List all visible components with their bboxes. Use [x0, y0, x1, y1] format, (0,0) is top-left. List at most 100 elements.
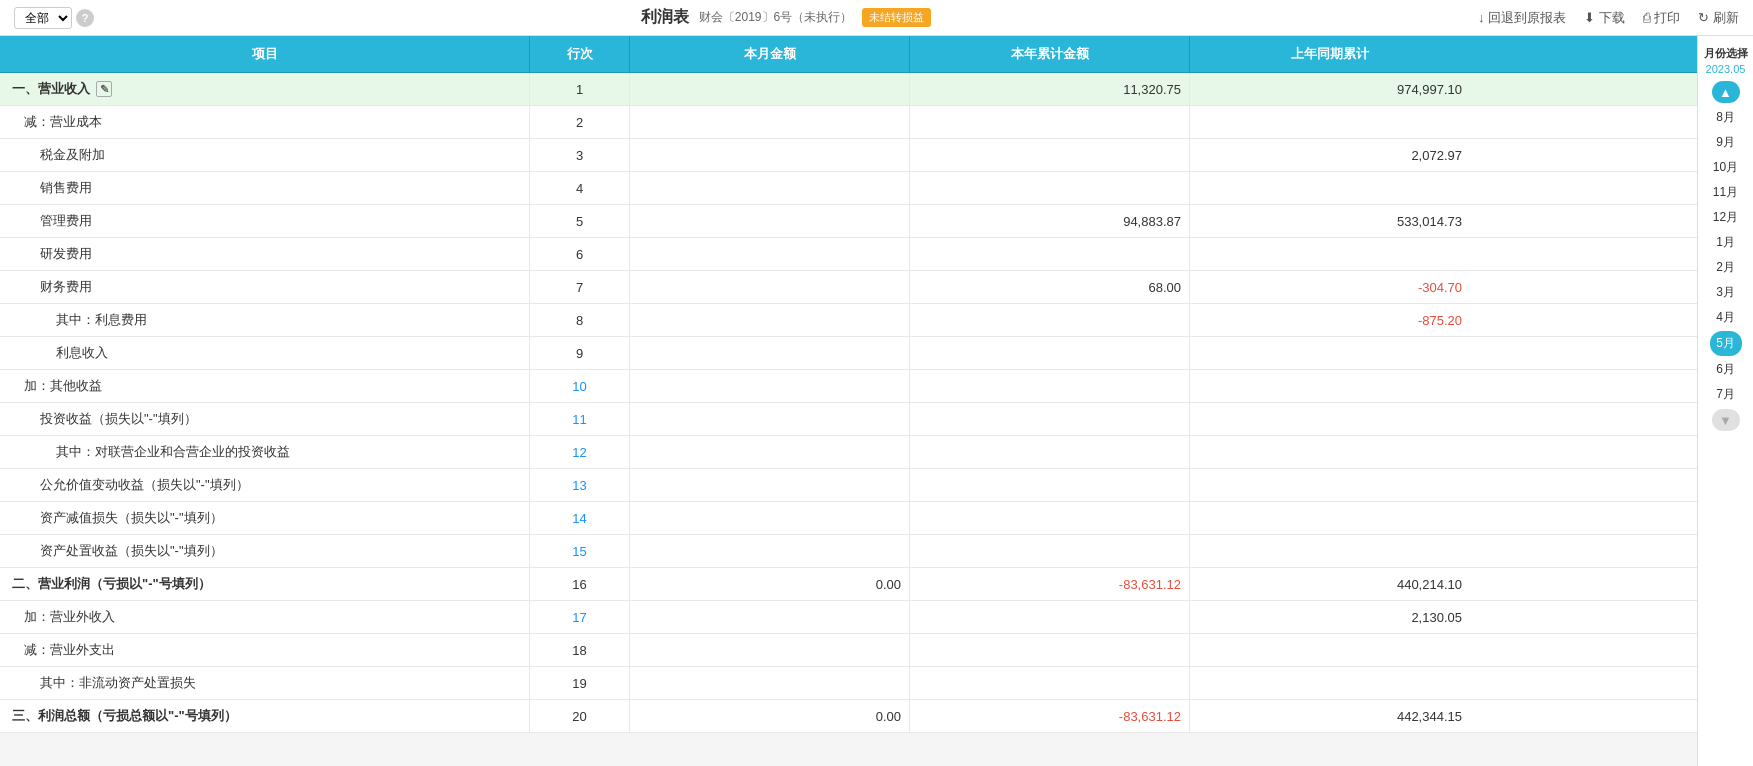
table-row: 资产减值损失（损失以"-"填列） 14	[0, 502, 1697, 535]
cell-prev: 442,344.15	[1190, 700, 1470, 732]
cell-year	[910, 370, 1190, 402]
cell-month	[630, 304, 910, 336]
cell-name: 管理费用	[0, 205, 530, 237]
side-panel: 月份选择 2023.05 ▲ 8月9月10月11月12月1月2月3月4月5月6月…	[1697, 36, 1753, 766]
cell-rownum: 18	[530, 634, 630, 666]
side-month-item[interactable]: 11月	[1710, 180, 1742, 205]
cell-rownum: 20	[530, 700, 630, 732]
top-bar: 全部 ? 利润表 财会〔2019〕6号（未执行） 未结转损益 ↓ 回退到原报表 …	[0, 0, 1753, 36]
table-row: 销售费用 4	[0, 172, 1697, 205]
cell-year: -83,631.12	[910, 700, 1190, 732]
cell-prev: 440,214.10	[1190, 568, 1470, 600]
side-month-item[interactable]: 3月	[1710, 280, 1742, 305]
cell-year	[910, 304, 1190, 336]
cell-month	[630, 601, 910, 633]
cell-prev	[1190, 436, 1470, 468]
cell-year	[910, 667, 1190, 699]
cell-month	[630, 205, 910, 237]
scope-select[interactable]: 全部	[14, 7, 72, 29]
cell-prev	[1190, 370, 1470, 402]
cell-rownum[interactable]: 15	[530, 535, 630, 567]
cell-month	[630, 634, 910, 666]
cell-month	[630, 172, 910, 204]
cell-rownum[interactable]: 12	[530, 436, 630, 468]
cell-prev	[1190, 667, 1470, 699]
side-month-item[interactable]: 8月	[1710, 105, 1742, 130]
edit-icon[interactable]: ✎	[96, 81, 112, 97]
cell-rownum: 16	[530, 568, 630, 600]
table-row: 减：营业外支出 18	[0, 634, 1697, 667]
cell-name: 减：营业外支出	[0, 634, 530, 666]
side-month-item[interactable]: 7月	[1710, 382, 1742, 407]
cell-month	[630, 73, 910, 105]
cell-month	[630, 667, 910, 699]
table-row: 税金及附加 3 2,072.97	[0, 139, 1697, 172]
table-row: 加：营业外收入 17 2,130.05	[0, 601, 1697, 634]
cell-name: 其中：利息费用	[0, 304, 530, 336]
table-body: 一、营业收入✎ 1 11,320.75 974,997.10 减：营业成本 2 …	[0, 73, 1697, 733]
print-btn[interactable]: ⎙ 打印	[1643, 9, 1681, 27]
cell-prev	[1190, 172, 1470, 204]
side-month-item[interactable]: 5月	[1710, 331, 1742, 356]
table-area: 项目 行次 本月金额 本年累计金额 上年同期累计 一、营业收入✎ 1 11,32…	[0, 36, 1697, 766]
side-month-item[interactable]: 12月	[1710, 205, 1742, 230]
cell-rownum: 19	[530, 667, 630, 699]
cell-name: 资产处置收益（损失以"-"填列）	[0, 535, 530, 567]
cell-year	[910, 403, 1190, 435]
cell-prev: 2,072.97	[1190, 139, 1470, 171]
side-nav-up[interactable]: ▲	[1712, 81, 1740, 103]
cell-year: 94,883.87	[910, 205, 1190, 237]
cell-month	[630, 370, 910, 402]
refresh-btn[interactable]: ↻ 刷新	[1698, 9, 1739, 27]
side-month-item[interactable]: 4月	[1710, 305, 1742, 330]
cell-rownum[interactable]: 17	[530, 601, 630, 633]
table-row: 公允价值变动收益（损失以"-"填列） 13	[0, 469, 1697, 502]
side-month-item[interactable]: 1月	[1710, 230, 1742, 255]
cell-year	[910, 172, 1190, 204]
cell-year	[910, 238, 1190, 270]
cell-month	[630, 106, 910, 138]
cell-name: 其中：非流动资产处置损失	[0, 667, 530, 699]
col-header-prev: 上年同期累计	[1190, 36, 1470, 72]
cell-prev	[1190, 469, 1470, 501]
cell-name: 投资收益（损失以"-"填列）	[0, 403, 530, 435]
cell-rownum[interactable]: 10	[530, 370, 630, 402]
cell-rownum[interactable]: 14	[530, 502, 630, 534]
side-month-item[interactable]: 9月	[1710, 130, 1742, 155]
cell-prev	[1190, 106, 1470, 138]
cell-month	[630, 469, 910, 501]
table-row: 三、利润总额（亏损总额以"-"号填列） 20 0.00 -83,631.12 4…	[0, 700, 1697, 733]
cell-prev	[1190, 337, 1470, 369]
side-month-item[interactable]: 10月	[1710, 155, 1742, 180]
cell-rownum: 2	[530, 106, 630, 138]
cell-prev	[1190, 502, 1470, 534]
cell-month: 0.00	[630, 700, 910, 732]
cell-month	[630, 535, 910, 567]
cell-year	[910, 469, 1190, 501]
subtitle: 财会〔2019〕6号（未执行）	[699, 9, 852, 26]
cell-rownum[interactable]: 13	[530, 469, 630, 501]
table-row: 投资收益（损失以"-"填列） 11	[0, 403, 1697, 436]
side-nav-down[interactable]: ▼	[1712, 409, 1740, 431]
page-title: 利润表	[641, 7, 689, 28]
cell-year	[910, 502, 1190, 534]
cell-month	[630, 337, 910, 369]
back-btn[interactable]: ↓ 回退到原报表	[1478, 9, 1566, 27]
cell-rownum: 1	[530, 73, 630, 105]
cell-year	[910, 634, 1190, 666]
help-icon[interactable]: ?	[76, 9, 94, 27]
cell-name: 销售费用	[0, 172, 530, 204]
cell-rownum[interactable]: 11	[530, 403, 630, 435]
side-month-item[interactable]: 6月	[1710, 357, 1742, 382]
download-btn[interactable]: ⬇ 下载	[1584, 9, 1625, 27]
side-month-item[interactable]: 2月	[1710, 255, 1742, 280]
table-row: 其中：非流动资产处置损失 19	[0, 667, 1697, 700]
cell-name: 利息收入	[0, 337, 530, 369]
side-panel-year: 2023.05	[1704, 63, 1748, 79]
side-panel-title: 月份选择	[1702, 42, 1750, 63]
col-header-year: 本年累计金额	[910, 36, 1190, 72]
table-row: 其中：利息费用 8 -875.20	[0, 304, 1697, 337]
cell-prev: 533,014.73	[1190, 205, 1470, 237]
cell-prev: 2,130.05	[1190, 601, 1470, 633]
table-row: 二、营业利润（亏损以"-"号填列） 16 0.00 -83,631.12 440…	[0, 568, 1697, 601]
